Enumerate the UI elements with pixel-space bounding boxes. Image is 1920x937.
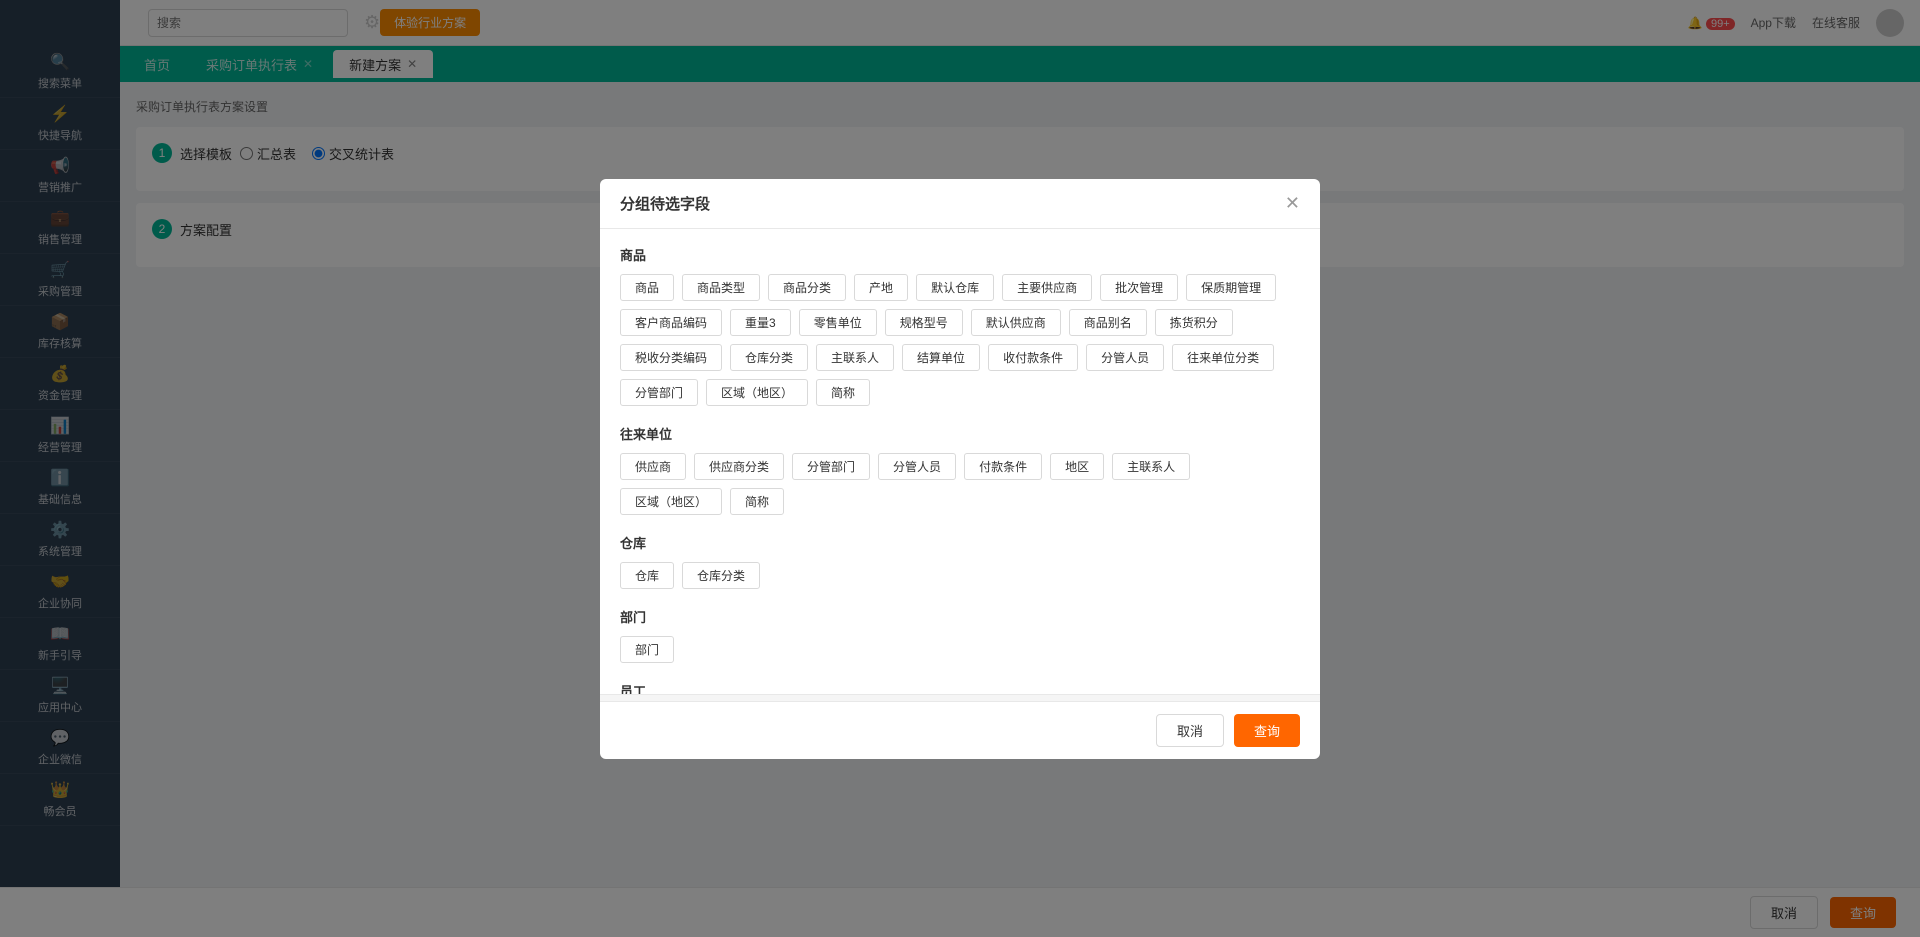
field-tag-0-5[interactable]: 主要供应商 (1002, 274, 1092, 301)
field-group-title-2: 仓库 (620, 533, 1300, 552)
cancel-button[interactable]: 取消 (1156, 714, 1224, 747)
modal-title: 分组待选字段 (620, 193, 710, 214)
field-group-4: 员工业务员 (620, 681, 1300, 695)
field-tag-1-8[interactable]: 简称 (730, 488, 784, 515)
field-group-1: 往来单位供应商供应商分类分管部门分管人员付款条件地区主联系人区域（地区） 简称 (620, 424, 1300, 515)
field-tag-0-9[interactable]: 重量3 (730, 309, 791, 336)
modal: 分组待选字段 ✕ 商品商品商品类型商品分类产地默认仓库主要供应商批次管理保质期管… (600, 179, 1320, 759)
field-group-title-0: 商品 (620, 245, 1300, 264)
field-tag-1-6[interactable]: 主联系人 (1112, 453, 1190, 480)
field-tag-0-7[interactable]: 保质期管理 (1186, 274, 1276, 301)
field-tag-0-16[interactable]: 仓库分类 (730, 344, 808, 371)
field-tag-0-4[interactable]: 默认仓库 (916, 274, 994, 301)
field-tag-0-12[interactable]: 默认供应商 (971, 309, 1061, 336)
modal-body[interactable]: 商品商品商品类型商品分类产地默认仓库主要供应商批次管理保质期管理客户商品编码重量… (600, 229, 1320, 695)
field-tag-0-1[interactable]: 商品类型 (682, 274, 760, 301)
field-tag-0-18[interactable]: 结算单位 (902, 344, 980, 371)
field-tag-0-10[interactable]: 零售单位 (799, 309, 877, 336)
field-tag-1-5[interactable]: 地区 (1050, 453, 1104, 480)
field-tag-2-1[interactable]: 仓库分类 (682, 562, 760, 589)
field-tag-3-0[interactable]: 部门 (620, 636, 674, 663)
field-tag-0-21[interactable]: 往来单位分类 (1172, 344, 1274, 371)
field-tag-0-3[interactable]: 产地 (854, 274, 908, 301)
field-group-0: 商品商品商品类型商品分类产地默认仓库主要供应商批次管理保质期管理客户商品编码重量… (620, 245, 1300, 406)
modal-footer: 取消 查询 (600, 701, 1320, 759)
field-group-3: 部门部门 (620, 607, 1300, 663)
field-group-title-1: 往来单位 (620, 424, 1300, 443)
field-tag-1-1[interactable]: 供应商分类 (694, 453, 784, 480)
field-tags-1: 供应商供应商分类分管部门分管人员付款条件地区主联系人区域（地区） 简称 (620, 453, 1300, 515)
field-tag-0-11[interactable]: 规格型号 (885, 309, 963, 336)
modal-header: 分组待选字段 ✕ (600, 179, 1320, 229)
field-tag-2-0[interactable]: 仓库 (620, 562, 674, 589)
field-tag-1-7[interactable]: 区域（地区） (620, 488, 722, 515)
field-group-title-3: 部门 (620, 607, 1300, 626)
modal-overlay: 分组待选字段 ✕ 商品商品商品类型商品分类产地默认仓库主要供应商批次管理保质期管… (0, 0, 1920, 937)
field-tag-0-20[interactable]: 分管人员 (1086, 344, 1164, 371)
field-group-2: 仓库仓库仓库分类 (620, 533, 1300, 589)
field-tag-0-2[interactable]: 商品分类 (768, 274, 846, 301)
field-tag-1-4[interactable]: 付款条件 (964, 453, 1042, 480)
confirm-button[interactable]: 查询 (1234, 714, 1300, 747)
field-tag-0-14[interactable]: 拣货积分 (1155, 309, 1233, 336)
field-tag-0-6[interactable]: 批次管理 (1100, 274, 1178, 301)
field-tag-0-23[interactable]: 区域（地区） (706, 379, 808, 406)
field-group-title-4: 员工 (620, 681, 1300, 695)
field-tags-0: 商品商品类型商品分类产地默认仓库主要供应商批次管理保质期管理客户商品编码重量3 零… (620, 274, 1300, 406)
field-tags-3: 部门 (620, 636, 1300, 663)
field-tag-1-3[interactable]: 分管人员 (878, 453, 956, 480)
field-tag-0-19[interactable]: 收付款条件 (988, 344, 1078, 371)
field-tags-2: 仓库仓库分类 (620, 562, 1300, 589)
field-tag-0-22[interactable]: 分管部门 (620, 379, 698, 406)
field-tag-0-8[interactable]: 客户商品编码 (620, 309, 722, 336)
field-tag-1-0[interactable]: 供应商 (620, 453, 686, 480)
field-tag-0-0[interactable]: 商品 (620, 274, 674, 301)
field-tag-0-24[interactable]: 简称 (816, 379, 870, 406)
field-tag-0-13[interactable]: 商品别名 (1069, 309, 1147, 336)
field-tag-0-15[interactable]: 税收分类编码 (620, 344, 722, 371)
field-tag-0-17[interactable]: 主联系人 (816, 344, 894, 371)
field-tag-1-2[interactable]: 分管部门 (792, 453, 870, 480)
modal-close-btn[interactable]: ✕ (1285, 193, 1300, 214)
